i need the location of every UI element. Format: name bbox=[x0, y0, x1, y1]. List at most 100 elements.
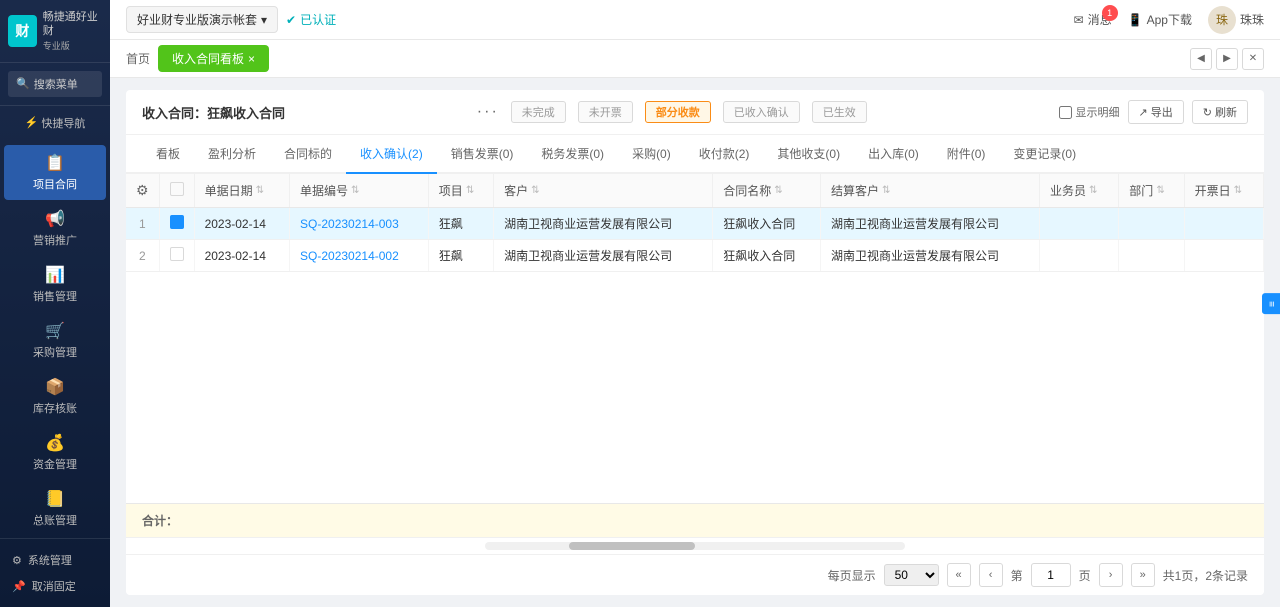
sidebar-item-funds[interactable]: 💰 资金管理 bbox=[4, 425, 106, 480]
app-edition: 专业版 bbox=[43, 39, 102, 52]
th-checkbox[interactable] bbox=[159, 174, 194, 208]
th-settings[interactable]: ⚙ bbox=[126, 174, 159, 208]
user-profile[interactable]: 珠 珠珠 bbox=[1208, 6, 1264, 34]
right-panel-indicator[interactable]: ≡ bbox=[1262, 293, 1280, 315]
contract-more-button[interactable]: ··· bbox=[477, 103, 499, 121]
tab-warehouse[interactable]: 出入库(0) bbox=[854, 135, 933, 174]
th-settle-customer[interactable]: 结算客户⇅ bbox=[820, 174, 1039, 208]
status-effective-button[interactable]: 已生效 bbox=[812, 101, 867, 123]
th-customer[interactable]: 客户⇅ bbox=[494, 174, 713, 208]
page-number-input[interactable] bbox=[1031, 563, 1071, 587]
total-label: 合计： bbox=[142, 512, 178, 529]
row-check-1[interactable] bbox=[159, 208, 194, 240]
search-menu-button[interactable]: 🔍 搜索菜单 bbox=[8, 71, 102, 97]
tab-profit[interactable]: 盈利分析 bbox=[194, 135, 270, 174]
sidebar-search-area: 🔍 搜索菜单 bbox=[0, 63, 110, 106]
sub-tabs-bar: 看板 盈利分析 合同标的 收入确认(2) 销售发票(0) 税务发票(0) 采购(… bbox=[126, 135, 1264, 174]
funds-icon: 💰 bbox=[45, 433, 65, 453]
tab-sales-invoice[interactable]: 销售发票(0) bbox=[437, 135, 528, 174]
quick-nav-label: 快捷导航 bbox=[41, 115, 85, 131]
tab-purchase[interactable]: 采购(0) bbox=[618, 135, 685, 174]
page-label: 第 bbox=[1011, 567, 1023, 584]
breadcrumb-home[interactable]: 首页 bbox=[126, 50, 150, 67]
sidebar-item-marketing[interactable]: 📢 营销推广 bbox=[4, 201, 106, 256]
sidebar-nav: 📋 项目合同 📢 营销推广 📊 销售管理 🛒 采购管理 📦 库存核账 💰 资金管… bbox=[0, 140, 110, 538]
sidebar-item-sales[interactable]: 📊 销售管理 bbox=[4, 257, 106, 312]
customer-sort-icon: ⇅ bbox=[531, 185, 539, 196]
app-name: 畅捷通好业财 bbox=[43, 10, 102, 39]
tab-attachment[interactable]: 附件(0) bbox=[933, 135, 1000, 174]
last-page-button[interactable]: » bbox=[1131, 563, 1155, 587]
content-area: 收入合同：狂飙收入合同 ··· 未完成 未开票 部分收款 已收入确认 已生效 显… bbox=[110, 78, 1280, 607]
row-checkbox-1[interactable] bbox=[170, 215, 184, 229]
first-page-button[interactable]: « bbox=[947, 563, 971, 587]
tab-kanban[interactable]: 看板 bbox=[142, 135, 194, 174]
status-confirmed-button[interactable]: 已收入确认 bbox=[723, 101, 800, 123]
status-partial-button[interactable]: 部分收款 bbox=[645, 101, 711, 123]
message-button[interactable]: ✉ 消息 1 bbox=[1074, 11, 1112, 28]
tab-other-income[interactable]: 其他收支(0) bbox=[763, 135, 854, 174]
row-number-2[interactable]: SQ-20230214-002 bbox=[290, 240, 429, 272]
contract-card: 收入合同：狂飙收入合同 ··· 未完成 未开票 部分收款 已收入确认 已生效 显… bbox=[126, 90, 1264, 595]
th-salesperson[interactable]: 业务员⇅ bbox=[1040, 174, 1119, 208]
sidebar-item-project[interactable]: 📋 项目合同 bbox=[4, 145, 106, 200]
data-table: ⚙ 单据日期⇅ 单据编号⇅ 项 bbox=[126, 174, 1264, 272]
nav-next-button[interactable]: ▶ bbox=[1216, 48, 1238, 70]
th-invoice-date[interactable]: 开票日⇅ bbox=[1184, 174, 1263, 208]
sidebar-item-general[interactable]: 📒 总账管理 bbox=[4, 481, 106, 536]
status-uninvoiced-button[interactable]: 未开票 bbox=[578, 101, 633, 123]
scroll-track bbox=[485, 542, 905, 550]
sidebar-bottom: ⚙ 系统管理 📌 取消固定 bbox=[0, 538, 110, 607]
row-project-1: 狂飙 bbox=[428, 208, 493, 240]
tab-change-log[interactable]: 变更记录(0) bbox=[999, 135, 1090, 174]
tab-confirm[interactable]: 收入确认(2) bbox=[346, 135, 437, 174]
tab-contract-std[interactable]: 合同标的 bbox=[270, 135, 346, 174]
active-tab-button[interactable]: 收入合同看板 × bbox=[158, 45, 269, 72]
chevron-down-icon: ▾ bbox=[261, 13, 267, 27]
app-download-button[interactable]: 📱 App下载 bbox=[1128, 11, 1192, 28]
refresh-label: 刷新 bbox=[1215, 104, 1237, 120]
sidebar-item-inventory[interactable]: 📦 库存核账 bbox=[4, 369, 106, 424]
row-salesperson-2 bbox=[1040, 240, 1119, 272]
refresh-button[interactable]: ↻ 刷新 bbox=[1192, 100, 1248, 124]
row-num-2: 2 bbox=[126, 240, 159, 272]
export-button[interactable]: ↗ 导出 bbox=[1128, 100, 1184, 124]
page-size-select[interactable]: 20 50 100 bbox=[884, 564, 939, 586]
row-number-link-2[interactable]: SQ-20230214-002 bbox=[300, 249, 399, 263]
prev-page-button[interactable]: ‹ bbox=[979, 563, 1003, 587]
sidebar-item-purchase[interactable]: 🛒 采购管理 bbox=[4, 313, 106, 368]
sidebar-settings-label: 系统管理 bbox=[28, 552, 72, 568]
row-check-2[interactable] bbox=[159, 240, 194, 272]
sidebar-item-quick-nav[interactable]: ⚡ 快捷导航 bbox=[4, 107, 106, 139]
nav-close-button[interactable]: ✕ bbox=[1242, 48, 1264, 70]
row-checkbox-2[interactable] bbox=[170, 247, 184, 261]
tab-tax-invoice[interactable]: 税务发票(0) bbox=[527, 135, 618, 174]
sidebar-cancel-fix-label: 取消固定 bbox=[32, 578, 76, 594]
th-project[interactable]: 项目⇅ bbox=[428, 174, 493, 208]
scroll-thumb[interactable] bbox=[569, 542, 695, 550]
tab-nav-arrows: ◀ ▶ ✕ bbox=[1190, 48, 1264, 70]
next-page-button[interactable]: › bbox=[1099, 563, 1123, 587]
th-contract-name[interactable]: 合同名称⇅ bbox=[713, 174, 821, 208]
row-project-2: 狂飙 bbox=[428, 240, 493, 272]
nav-prev-button[interactable]: ◀ bbox=[1190, 48, 1212, 70]
settings-icon: ⚙ bbox=[12, 554, 22, 567]
table-row[interactable]: 1 2023-02-14 SQ-20230214-003 狂飙 湖南卫视商业运营… bbox=[126, 208, 1264, 240]
tab-payment[interactable]: 收付款(2) bbox=[685, 135, 764, 174]
show-detail-checkbox[interactable] bbox=[1059, 106, 1072, 119]
search-icon: 🔍 bbox=[16, 77, 30, 90]
select-all-checkbox[interactable] bbox=[170, 182, 184, 196]
status-incomplete-button[interactable]: 未完成 bbox=[511, 101, 566, 123]
th-number[interactable]: 单据编号⇅ bbox=[290, 174, 429, 208]
column-settings-icon[interactable]: ⚙ bbox=[136, 182, 149, 198]
th-date[interactable]: 单据日期⇅ bbox=[194, 174, 289, 208]
table-row[interactable]: 2 2023-02-14 SQ-20230214-002 狂飙 湖南卫视商业运营… bbox=[126, 240, 1264, 272]
th-department[interactable]: 部门⇅ bbox=[1119, 174, 1184, 208]
sidebar-settings-item[interactable]: ⚙ 系统管理 bbox=[8, 547, 102, 573]
row-number-link-1[interactable]: SQ-20230214-003 bbox=[300, 217, 399, 231]
sidebar-cancel-fix-item[interactable]: 📌 取消固定 bbox=[8, 573, 102, 599]
row-number-1[interactable]: SQ-20230214-003 bbox=[290, 208, 429, 240]
horizontal-scrollbar[interactable] bbox=[126, 537, 1264, 554]
row-settle-2: 湖南卫视商业运营发展有限公司 bbox=[820, 240, 1039, 272]
company-selector[interactable]: 好业财专业版演示帐套 ▾ bbox=[126, 6, 278, 33]
